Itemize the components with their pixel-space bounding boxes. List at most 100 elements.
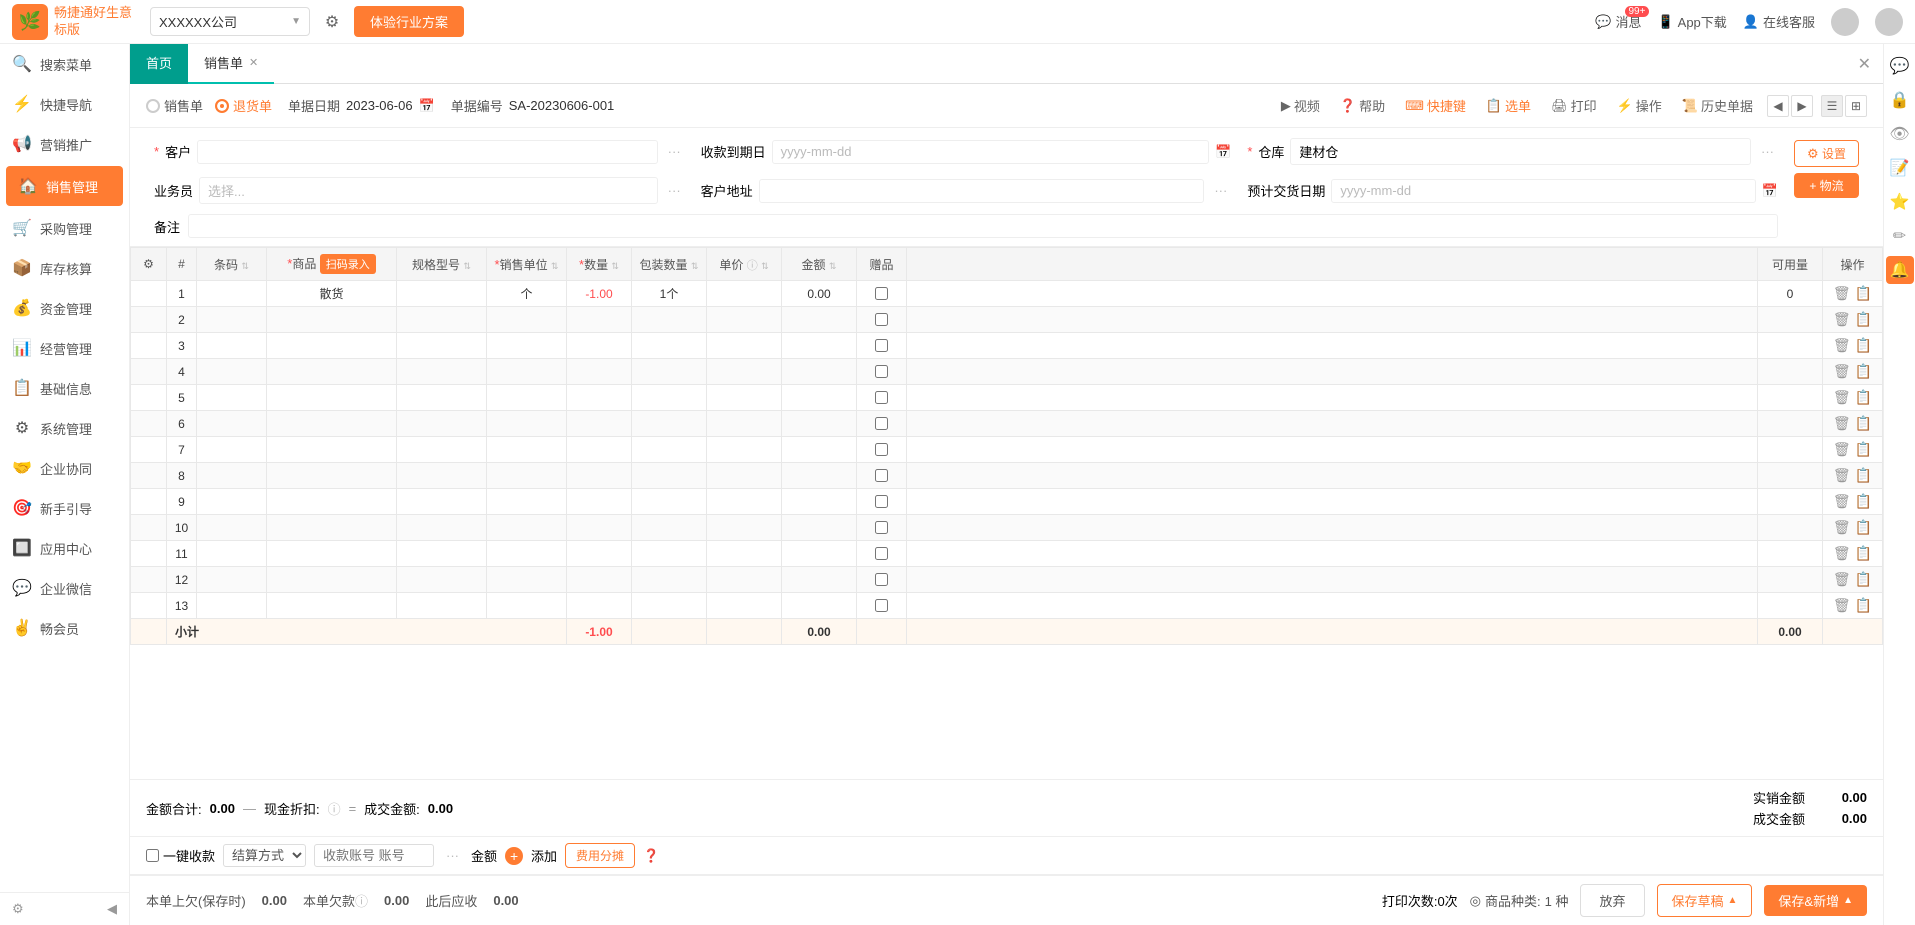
tab-close-icon[interactable]: ✕: [249, 56, 258, 69]
message-button[interactable]: 💬 消息 99+: [1595, 12, 1641, 31]
delete-row-icon[interactable]: 🗑: [1833, 597, 1851, 614]
row-product-1[interactable]: 散货: [267, 281, 397, 307]
warehouse-ellipsis-icon[interactable]: ···: [1757, 144, 1778, 159]
sidebar-item-inventory[interactable]: 📦 库存核算: [0, 248, 129, 288]
sidebar-item-wechat[interactable]: 💬 企业微信: [0, 568, 129, 608]
customer-ellipsis-icon[interactable]: ···: [664, 144, 685, 159]
video-btn[interactable]: ▶ 视频: [1275, 94, 1326, 117]
row-unit-1[interactable]: 个: [487, 281, 567, 307]
bank-account-input[interactable]: [314, 844, 434, 867]
sidebar-item-purchase[interactable]: 🛒 采购管理: [0, 208, 129, 248]
delete-row-icon[interactable]: 🗑: [1833, 493, 1851, 510]
user-avatar[interactable]: [1831, 8, 1859, 36]
delete-row-icon[interactable]: 🗑: [1833, 571, 1851, 588]
company-selector[interactable]: XXXXXX公司 ▼: [150, 7, 310, 36]
tab-sales-order[interactable]: 销售单 ✕: [188, 44, 274, 84]
grid-view-btn[interactable]: ⊞: [1845, 95, 1867, 117]
col-settings[interactable]: ⚙: [131, 248, 167, 281]
copy-row-icon[interactable]: 📋: [1855, 597, 1872, 614]
customer-address-input[interactable]: [759, 179, 1205, 203]
row-settings-1[interactable]: [131, 281, 167, 307]
sidebar-item-enterprise[interactable]: 🤝 企业协同: [0, 448, 129, 488]
remarks-input[interactable]: [188, 214, 1778, 238]
help-circle-icon[interactable]: ⓘ: [355, 894, 368, 909]
right-tool-pencil-btn[interactable]: ✏: [1886, 222, 1914, 250]
list-view-btn[interactable]: ☰: [1821, 95, 1843, 117]
copy-row-icon[interactable]: 📋: [1855, 545, 1872, 562]
salesperson-ellipsis-icon[interactable]: ···: [664, 183, 685, 198]
try-button[interactable]: 体验行业方案: [354, 6, 464, 37]
settings-button[interactable]: ⚙ 设置: [1794, 140, 1859, 167]
sidebar-item-vip[interactable]: ✌ 畅会员: [0, 608, 129, 648]
discount-help-icon[interactable]: ⓘ: [328, 799, 341, 818]
tab-home[interactable]: 首页: [130, 44, 188, 84]
copy-row-1-icon[interactable]: 📋: [1855, 285, 1872, 302]
delete-row-icon[interactable]: 🗑: [1833, 363, 1851, 380]
copy-row-icon[interactable]: 📋: [1855, 337, 1872, 354]
order-number-value[interactable]: SA-20230606-001: [509, 98, 615, 113]
delete-row-icon[interactable]: 🗑: [1833, 519, 1851, 536]
copy-row-icon[interactable]: 📋: [1855, 363, 1872, 380]
online-service-button[interactable]: 👤 在线客服: [1743, 12, 1815, 31]
delivery-calendar-icon[interactable]: 📅: [1762, 183, 1778, 199]
one-click-pay-checkbox[interactable]: [146, 849, 159, 862]
warehouse-input[interactable]: 建材仓: [1290, 138, 1751, 165]
sidebar-settings-btn[interactable]: ⚙: [12, 901, 24, 917]
row-amount-1[interactable]: 0.00: [782, 281, 857, 307]
row-qty-1[interactable]: -1.00: [567, 281, 632, 307]
nav-prev-icon[interactable]: ◀: [1767, 95, 1789, 117]
expense-split-button[interactable]: 费用分摊: [565, 843, 635, 868]
shortcut-btn[interactable]: ⌨ 快捷键: [1399, 94, 1472, 117]
sidebar-item-apps[interactable]: 🔲 应用中心: [0, 528, 129, 568]
gift-checkbox-1[interactable]: [875, 287, 888, 300]
delete-row-icon[interactable]: 🗑: [1833, 311, 1851, 328]
settings-icon[interactable]: ⚙: [318, 8, 346, 36]
copy-row-icon[interactable]: 📋: [1855, 467, 1872, 484]
expense-help-icon[interactable]: ❓: [643, 848, 659, 864]
radio-sales-order[interactable]: 销售单: [146, 96, 203, 115]
settlement-select[interactable]: 结算方式: [223, 844, 306, 867]
copy-row-icon[interactable]: 📋: [1855, 571, 1872, 588]
right-tool-comment-btn[interactable]: 💬: [1886, 52, 1914, 80]
help-btn[interactable]: ❓ 帮助: [1334, 94, 1391, 117]
radio-return-order[interactable]: 退货单: [215, 96, 272, 115]
calendar-icon[interactable]: 📅: [419, 98, 435, 114]
right-tool-active-btn[interactable]: 🔔: [1886, 256, 1914, 284]
delete-row-icon[interactable]: 🗑: [1833, 389, 1851, 406]
save-draft-button[interactable]: 保存草稿 ▲: [1657, 884, 1753, 917]
sidebar-item-operations[interactable]: 📊 经营管理: [0, 328, 129, 368]
sidebar-item-finance[interactable]: 💰 资金管理: [0, 288, 129, 328]
sidebar-item-sales[interactable]: 🏠 销售管理: [6, 166, 123, 206]
sidebar-item-basic-info[interactable]: 📋 基础信息: [0, 368, 129, 408]
history-btn[interactable]: 📜 历史单据: [1676, 94, 1759, 117]
copy-row-icon[interactable]: 📋: [1855, 415, 1872, 432]
add-payment-button[interactable]: +: [505, 847, 523, 865]
delete-row-icon[interactable]: 🗑: [1833, 545, 1851, 562]
close-all-tabs-icon[interactable]: ✕: [1846, 54, 1883, 74]
row-gift-1[interactable]: [857, 281, 907, 307]
delete-row-icon[interactable]: 🗑: [1833, 415, 1851, 432]
right-tool-edit-btn[interactable]: 📝: [1886, 154, 1914, 182]
copy-row-icon[interactable]: 📋: [1855, 311, 1872, 328]
row-spec-1[interactable]: [397, 281, 487, 307]
salesperson-input[interactable]: 选择...: [199, 177, 658, 204]
customer-input[interactable]: [197, 140, 658, 164]
user-avatar-2[interactable]: [1875, 8, 1903, 36]
delete-row-icon[interactable]: 🗑: [1833, 337, 1851, 354]
right-tool-eye-btn[interactable]: 👁: [1886, 120, 1914, 148]
nav-next-icon[interactable]: ▶: [1791, 95, 1813, 117]
copy-row-icon[interactable]: 📋: [1855, 493, 1872, 510]
operate-btn[interactable]: ⚡ 操作: [1611, 94, 1668, 117]
delete-row-1-icon[interactable]: 🗑: [1833, 285, 1851, 302]
sidebar-item-quick-nav[interactable]: ⚡ 快捷导航: [0, 84, 129, 124]
save-new-button[interactable]: 保存&新增 ▲: [1764, 885, 1867, 916]
delete-row-icon[interactable]: 🗑: [1833, 467, 1851, 484]
sidebar-item-newbie[interactable]: 🎯 新手引导: [0, 488, 129, 528]
copy-row-icon[interactable]: 📋: [1855, 389, 1872, 406]
select-btn[interactable]: 📋 选单: [1480, 94, 1537, 117]
right-tool-lock-btn[interactable]: 🔒: [1886, 86, 1914, 114]
payment-due-input[interactable]: yyyy-mm-dd: [772, 140, 1209, 164]
copy-row-icon[interactable]: 📋: [1855, 441, 1872, 458]
row-barcode-1[interactable]: [197, 281, 267, 307]
logistics-button[interactable]: + 物流: [1794, 173, 1859, 198]
